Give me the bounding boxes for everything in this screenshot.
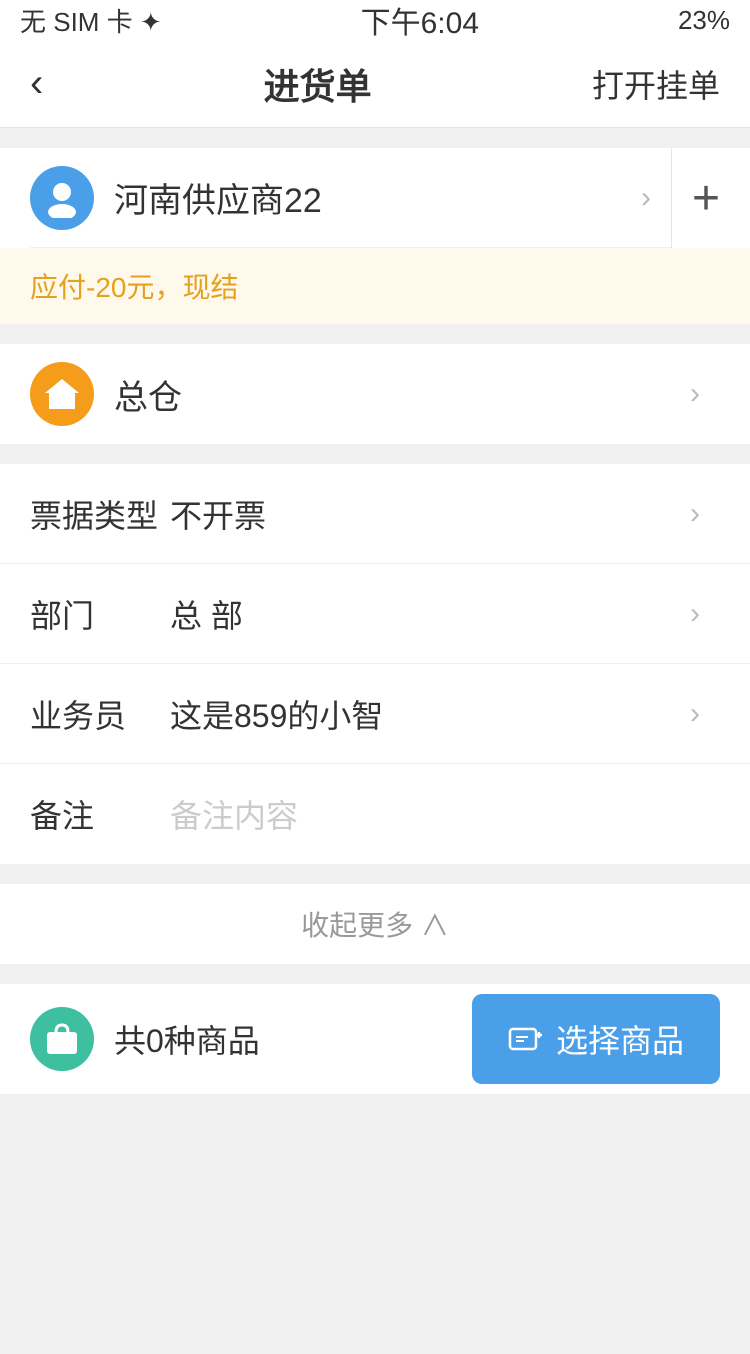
remark-label: 备注 xyxy=(30,791,170,837)
product-icon-wrap xyxy=(30,1007,94,1071)
department-row[interactable]: 部门 总 部 › xyxy=(0,564,750,664)
add-product-icon xyxy=(508,1021,544,1057)
collapse-button[interactable]: 收起更多 ∧ xyxy=(0,884,750,964)
salesman-row[interactable]: 业务员 这是859的小智 › xyxy=(0,664,750,764)
warehouse-chevron-icon: › xyxy=(690,377,700,411)
battery-status: 23% xyxy=(678,5,730,36)
status-bar: 无 SIM 卡 ✦ 下午6:04 23% xyxy=(0,0,750,40)
select-product-label: 选择商品 xyxy=(556,1016,684,1062)
bottom-gray-area xyxy=(0,1094,750,1354)
warehouse-row[interactable]: 总仓 › xyxy=(30,344,720,444)
house-icon xyxy=(43,375,81,413)
product-count: 共0种商品 xyxy=(114,1016,472,1062)
notice-bar: 应付-20元，现结 xyxy=(0,248,750,324)
remark-input[interactable]: 备注内容 xyxy=(170,791,720,837)
select-product-button[interactable]: 选择商品 xyxy=(472,994,720,1084)
supplier-name: 河南供应商22 xyxy=(114,173,641,222)
department-label: 部门 xyxy=(30,591,170,637)
warehouse-icon xyxy=(30,362,94,426)
salesman-value: 这是859的小智 xyxy=(170,691,690,737)
form-section: 票据类型 不开票 › 部门 总 部 › 业务员 这是859的小智 › 备注 备注… xyxy=(0,464,750,864)
chevron-right-icon: › xyxy=(641,181,651,215)
collapse-label: 收起更多 ∧ xyxy=(301,904,449,944)
divider-1 xyxy=(0,128,750,148)
user-icon xyxy=(42,178,82,218)
remark-row[interactable]: 备注 备注内容 xyxy=(0,764,750,864)
department-value: 总 部 xyxy=(170,591,690,637)
sim-status: 无 SIM 卡 ✦ xyxy=(20,2,162,39)
shopping-bag-icon xyxy=(43,1020,81,1058)
salesman-chevron-icon: › xyxy=(690,697,700,731)
warehouse-section[interactable]: 总仓 › xyxy=(0,344,750,444)
status-time: 下午6:04 xyxy=(361,0,479,42)
warehouse-name: 总仓 xyxy=(114,370,690,419)
add-supplier-button[interactable]: + xyxy=(671,148,720,248)
ticket-type-value: 不开票 xyxy=(170,491,690,537)
open-pending-button[interactable]: 打开挂单 xyxy=(592,61,720,107)
back-button[interactable]: ‹ xyxy=(30,61,43,106)
page-title: 进货单 xyxy=(264,58,372,110)
ticket-type-label: 票据类型 xyxy=(30,491,170,537)
ticket-type-row[interactable]: 票据类型 不开票 › xyxy=(0,464,750,564)
status-right: 23% xyxy=(678,5,730,36)
ticket-type-chevron-icon: › xyxy=(690,497,700,531)
status-left: 无 SIM 卡 ✦ xyxy=(20,2,162,39)
supplier-section: 河南供应商22 › + xyxy=(0,148,750,248)
nav-bar: ‹ 进货单 打开挂单 xyxy=(0,40,750,128)
salesman-label: 业务员 xyxy=(30,691,170,737)
supplier-avatar xyxy=(30,166,94,230)
notice-text: 应付-20元，现结 xyxy=(30,272,238,303)
department-chevron-icon: › xyxy=(690,597,700,631)
bottom-bar: 共0种商品 选择商品 xyxy=(0,984,750,1094)
supplier-row[interactable]: 河南供应商22 › xyxy=(30,148,671,248)
